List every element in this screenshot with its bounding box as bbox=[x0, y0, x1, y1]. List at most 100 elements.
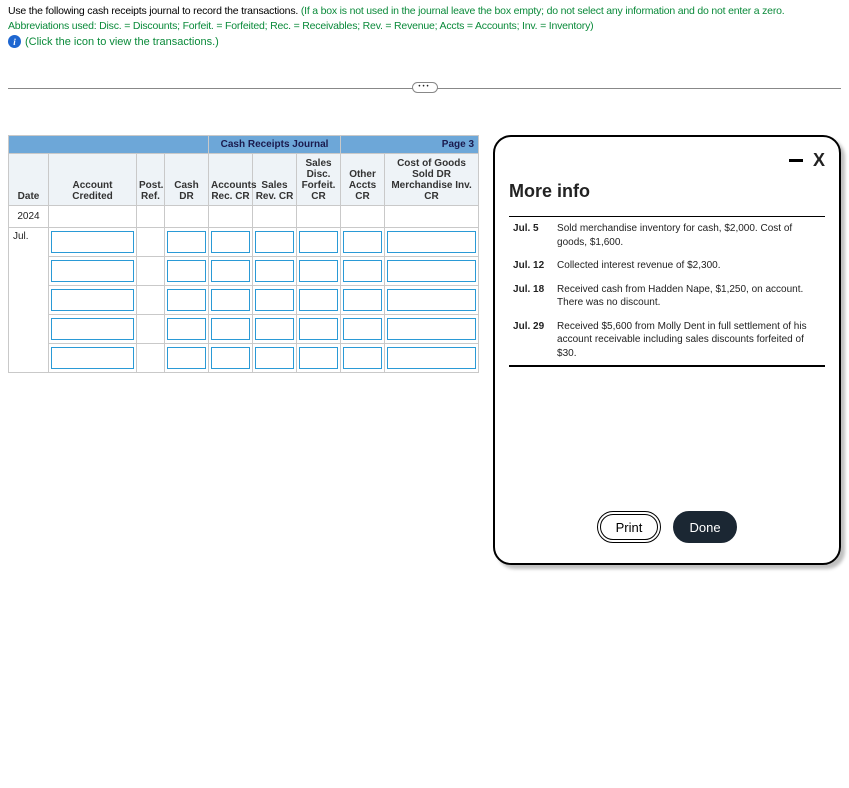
journal-input[interactable] bbox=[211, 347, 250, 369]
journal-input[interactable] bbox=[255, 231, 294, 253]
transaction-row: Jul. 5Sold merchandise inventory for cas… bbox=[509, 217, 825, 255]
journal-input[interactable] bbox=[343, 289, 382, 311]
journal-input[interactable] bbox=[167, 260, 206, 282]
cash-receipts-journal: Cash Receipts Journal Page 3 Date Accoun… bbox=[8, 135, 479, 373]
view-transactions-text[interactable]: (Click the icon to view the transactions… bbox=[25, 36, 219, 48]
year-cell: 2024 bbox=[9, 206, 49, 228]
journal-cell bbox=[253, 315, 297, 344]
col-post-ref: Post.Ref. bbox=[137, 154, 165, 206]
transaction-date: Jul. 12 bbox=[509, 254, 553, 278]
journal-input[interactable] bbox=[167, 347, 206, 369]
journal-cell bbox=[137, 344, 165, 373]
journal-cell bbox=[165, 286, 209, 315]
journal-input[interactable] bbox=[387, 260, 476, 282]
journal-cell bbox=[209, 228, 253, 257]
journal-input[interactable] bbox=[211, 231, 250, 253]
transaction-date: Jul. 29 bbox=[509, 315, 553, 367]
col-sales-rev-cr: SalesRev. CR bbox=[253, 154, 297, 206]
journal-cell bbox=[297, 257, 341, 286]
modal-title: More info bbox=[509, 181, 825, 202]
journal-cell bbox=[297, 228, 341, 257]
journal-cell bbox=[49, 286, 137, 315]
journal-input[interactable] bbox=[51, 318, 134, 340]
print-button[interactable]: Print bbox=[597, 511, 661, 543]
journal-input[interactable] bbox=[255, 347, 294, 369]
journal-input[interactable] bbox=[255, 260, 294, 282]
journal-input[interactable] bbox=[387, 318, 476, 340]
journal-input[interactable] bbox=[387, 231, 476, 253]
journal-cell bbox=[297, 344, 341, 373]
journal-cell bbox=[165, 344, 209, 373]
more-info-dialog: X More info Jul. 5Sold merchandise inven… bbox=[493, 135, 841, 565]
journal-input[interactable] bbox=[51, 289, 134, 311]
month-cell: Jul. bbox=[9, 228, 49, 373]
journal-input[interactable] bbox=[343, 231, 382, 253]
journal-input[interactable] bbox=[51, 347, 134, 369]
journal-input[interactable] bbox=[167, 289, 206, 311]
journal-page: Page 3 bbox=[341, 136, 479, 154]
transaction-text: Received $5,600 from Molly Dent in full … bbox=[553, 315, 825, 367]
col-other-cr: OtherAccts CR bbox=[341, 154, 385, 206]
close-icon[interactable]: X bbox=[813, 151, 825, 169]
journal-cell bbox=[341, 257, 385, 286]
journal-input[interactable] bbox=[211, 289, 250, 311]
journal-input[interactable] bbox=[343, 347, 382, 369]
transaction-date: Jul. 18 bbox=[509, 278, 553, 315]
journal-cell bbox=[297, 315, 341, 344]
transaction-date: Jul. 5 bbox=[509, 217, 553, 255]
transaction-row: Jul. 29Received $5,600 from Molly Dent i… bbox=[509, 315, 825, 367]
journal-input[interactable] bbox=[211, 318, 250, 340]
journal-cell bbox=[385, 286, 479, 315]
journal-input[interactable] bbox=[51, 260, 134, 282]
journal-input[interactable] bbox=[299, 260, 338, 282]
journal-input[interactable] bbox=[299, 231, 338, 253]
col-sales-disc-cr: Sales Disc.Forfeit. CR bbox=[297, 154, 341, 206]
journal-cell bbox=[49, 228, 137, 257]
journal-input[interactable] bbox=[211, 260, 250, 282]
col-cash-dr: Cash DR bbox=[165, 154, 209, 206]
transaction-text: Collected interest revenue of $2,300. bbox=[553, 254, 825, 278]
journal-cell bbox=[253, 257, 297, 286]
journal-cell bbox=[385, 315, 479, 344]
journal-cell bbox=[209, 257, 253, 286]
journal-cell bbox=[165, 257, 209, 286]
journal-cell bbox=[49, 257, 137, 286]
col-cogs: Cost of Goods Sold DRMerchandise Inv. CR bbox=[385, 154, 479, 206]
expander-handle[interactable]: ••• bbox=[412, 82, 438, 93]
journal-input[interactable] bbox=[167, 318, 206, 340]
transaction-text: Sold merchandise inventory for cash, $2,… bbox=[553, 217, 825, 255]
journal-input[interactable] bbox=[255, 318, 294, 340]
journal-band-left bbox=[9, 136, 209, 154]
done-button[interactable]: Done bbox=[673, 511, 737, 543]
journal-input[interactable] bbox=[299, 318, 338, 340]
journal-cell bbox=[385, 344, 479, 373]
journal-cell bbox=[137, 286, 165, 315]
journal-input[interactable] bbox=[343, 318, 382, 340]
journal-cell bbox=[385, 257, 479, 286]
journal-cell bbox=[137, 257, 165, 286]
minimize-icon[interactable] bbox=[789, 159, 803, 162]
transaction-row: Jul. 12Collected interest revenue of $2,… bbox=[509, 254, 825, 278]
transaction-text: Received cash from Hadden Nape, $1,250, … bbox=[553, 278, 825, 315]
transactions-table: Jul. 5Sold merchandise inventory for cas… bbox=[509, 216, 825, 367]
journal-cell bbox=[341, 286, 385, 315]
journal-cell bbox=[165, 228, 209, 257]
journal-cell bbox=[253, 228, 297, 257]
journal-input[interactable] bbox=[167, 231, 206, 253]
journal-cell bbox=[253, 286, 297, 315]
journal-cell bbox=[137, 228, 165, 257]
journal-input[interactable] bbox=[343, 260, 382, 282]
journal-input[interactable] bbox=[51, 231, 134, 253]
journal-input[interactable] bbox=[255, 289, 294, 311]
journal-input[interactable] bbox=[299, 347, 338, 369]
journal-cell bbox=[253, 344, 297, 373]
info-icon[interactable]: i bbox=[8, 35, 21, 48]
journal-cell bbox=[209, 286, 253, 315]
journal-cell bbox=[341, 344, 385, 373]
journal-cell bbox=[49, 315, 137, 344]
journal-input[interactable] bbox=[299, 289, 338, 311]
journal-input[interactable] bbox=[387, 347, 476, 369]
journal-input[interactable] bbox=[387, 289, 476, 311]
col-account: Account Credited bbox=[49, 154, 137, 206]
journal-cell bbox=[341, 315, 385, 344]
